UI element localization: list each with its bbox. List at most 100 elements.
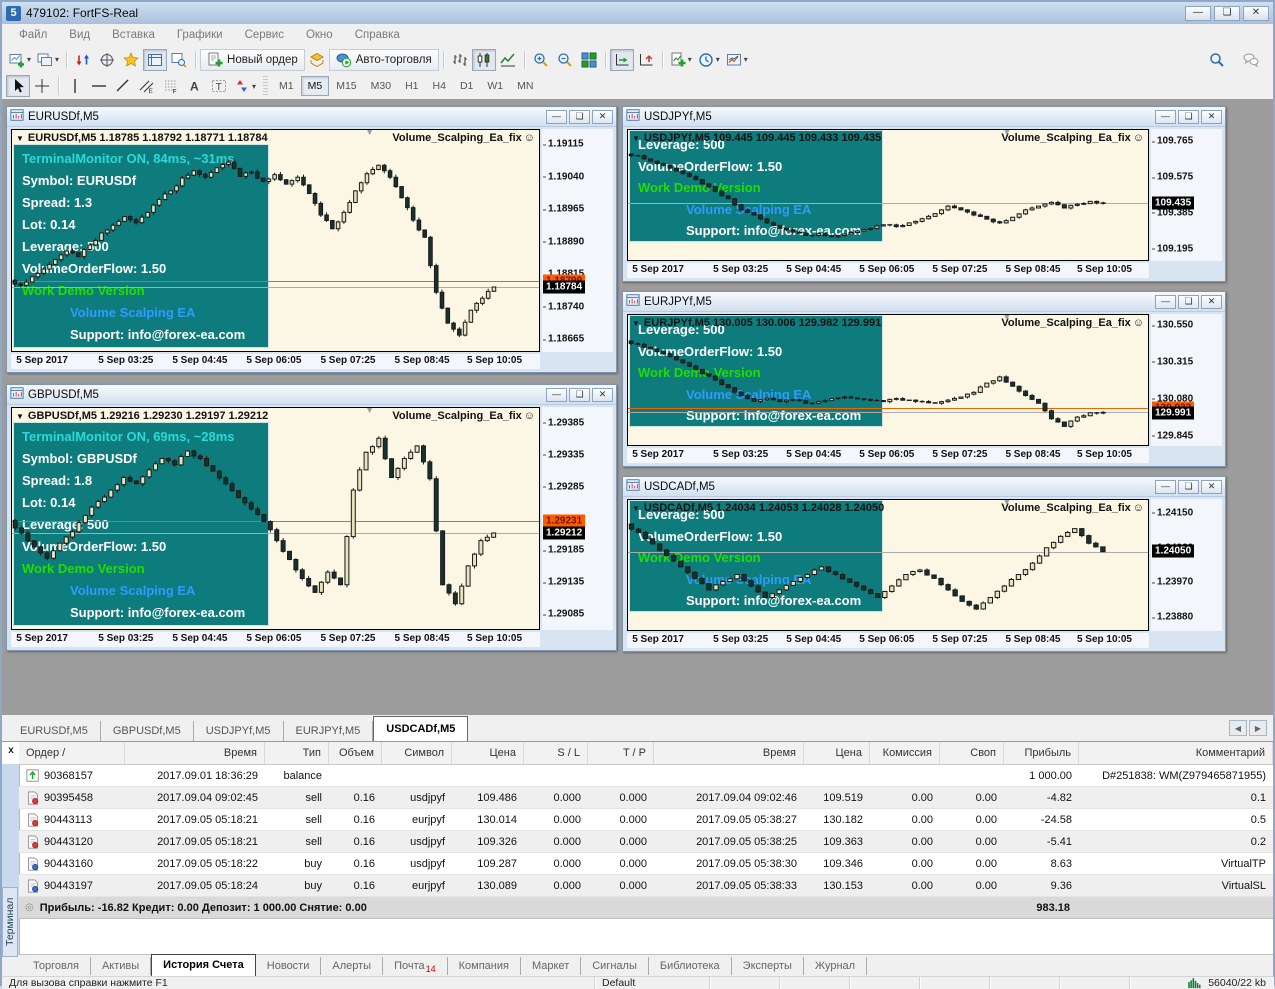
timeframe-h1-button[interactable]: H1 [398, 76, 425, 96]
terminal-tab-6[interactable]: Компания [448, 957, 521, 975]
zoom-out-button[interactable] [553, 49, 577, 71]
column-header-11[interactable]: Своп [940, 742, 1004, 764]
auto-scroll-button[interactable] [610, 49, 634, 71]
table-row[interactable]: 904431132017.09.05 05:18:21sell0.16eurjp… [19, 809, 1273, 831]
chart-restore-button[interactable]: ❏ [1178, 295, 1199, 309]
new-order-button[interactable]: Новый ордер [200, 49, 305, 71]
terminal-side-tab[interactable]: Терминал [2, 887, 18, 957]
timeframe-h4-button[interactable]: H4 [426, 76, 453, 96]
menu-item-6[interactable]: Справка [344, 27, 411, 43]
chart-close-button[interactable]: ✕ [592, 388, 613, 402]
channel-button[interactable]: E [135, 75, 159, 97]
arrows-button[interactable]: ▾ [231, 75, 259, 97]
navigator-button[interactable] [119, 49, 143, 71]
chart-minimize-button[interactable]: — [1155, 295, 1176, 309]
dropdown-arrow-icon[interactable]: ▾ [27, 55, 31, 64]
chart-titlebar-gbpusd[interactable]: GBPUSDf,M5—❏✕ [7, 385, 616, 405]
chart-restore-button[interactable]: ❏ [569, 388, 590, 402]
chart-titlebar-usdjpy[interactable]: USDJPYf,M5—❏✕ [623, 107, 1225, 127]
chart-tab-eurusdf[interactable]: EURUSDf,M5 [8, 721, 101, 741]
dropdown-triangle-icon[interactable]: ▼ [632, 319, 640, 328]
timeframe-m15-button[interactable]: M15 [329, 76, 363, 96]
dropdown-triangle-icon[interactable]: ▼ [16, 412, 24, 421]
chart-candles-button[interactable] [472, 49, 496, 71]
terminal-tab-11[interactable]: Журнал [804, 957, 867, 975]
menu-item-1[interactable]: Вид [58, 27, 101, 43]
menu-item-3[interactable]: Графики [166, 27, 234, 43]
dropdown-arrow-icon[interactable]: ▾ [744, 55, 748, 64]
table-row[interactable]: 904431202017.09.05 05:18:21sell0.16usdjp… [19, 831, 1273, 853]
column-header-12[interactable]: Прибыль [1004, 742, 1079, 764]
timeframe-m5-button[interactable]: M5 [301, 76, 330, 96]
chart-titlebar-usdcad[interactable]: USDCADf,M5—❏✕ [623, 477, 1225, 497]
window-titlebar[interactable]: 5 479102: FortFS-Real — ❏ ✕ [2, 2, 1273, 24]
column-header-9[interactable]: Цена [804, 742, 870, 764]
terminal-tab-3[interactable]: Новости [256, 957, 322, 975]
trendline-button[interactable] [111, 75, 135, 97]
timeframe-mn-button[interactable]: MN [510, 76, 540, 96]
column-header-1[interactable]: Время [125, 742, 265, 764]
terminal-tab-10[interactable]: Эксперты [732, 957, 804, 975]
terminal-tab-9[interactable]: Библиотека [649, 957, 732, 975]
chart-bars-button[interactable] [448, 49, 472, 71]
menu-item-2[interactable]: Вставка [101, 27, 166, 43]
metaeditor-button[interactable] [305, 49, 329, 71]
menu-item-0[interactable]: Файл [8, 27, 58, 43]
dropdown-arrow-icon[interactable]: ▾ [252, 82, 256, 91]
timeframe-d1-button[interactable]: D1 [453, 76, 480, 96]
column-header-2[interactable]: Тип [265, 742, 329, 764]
profiles-button[interactable]: ▾ [34, 49, 62, 71]
terminal-tab-0[interactable]: Торговля [22, 957, 91, 975]
indicators-button[interactable]: ▾ [667, 49, 695, 71]
timeframe-m1-button[interactable]: M1 [272, 76, 301, 96]
window-minimize-button[interactable]: — [1185, 6, 1211, 21]
zoom-in-button[interactable] [529, 49, 553, 71]
search-button[interactable] [1205, 49, 1229, 71]
chart-plot-eurusd[interactable]: TerminalMonitor ON, 84ms, ~31msSymbol: E… [11, 129, 540, 352]
crosshair-button[interactable] [30, 75, 54, 97]
terminal-tab-4[interactable]: Алерты [321, 957, 383, 975]
table-row[interactable]: 904431602017.09.05 05:18:22buy0.16usdjpy… [19, 853, 1273, 875]
chart-minimize-button[interactable]: — [1155, 110, 1176, 124]
chart-restore-button[interactable]: ❏ [1178, 480, 1199, 494]
chart-line-button[interactable] [496, 49, 520, 71]
table-row[interactable]: 903954582017.09.04 09:02:45sell0.16usdjp… [19, 787, 1273, 809]
strategy-tester-button[interactable] [167, 49, 191, 71]
column-header-5[interactable]: Цена [452, 742, 524, 764]
terminal-tab-1[interactable]: Активы [91, 957, 151, 975]
menu-item-5[interactable]: Окно [295, 27, 344, 43]
chart-titlebar-eurusd[interactable]: EURUSDf,M5—❏✕ [7, 107, 616, 127]
column-header-13[interactable]: Комментарий [1079, 742, 1273, 764]
chat-button[interactable] [1239, 49, 1263, 71]
vertical-line-button[interactable] [63, 75, 87, 97]
chart-tab-usdjpyf[interactable]: USDJPYf,M5 [194, 721, 284, 741]
menu-item-4[interactable]: Сервис [234, 27, 295, 43]
chart-tab-eurjpyf[interactable]: EURJPYf,M5 [284, 721, 374, 741]
dropdown-arrow-icon[interactable]: ▾ [688, 55, 692, 64]
table-row[interactable]: 903681572017.09.01 18:36:29balance1 000.… [19, 765, 1273, 787]
chart-tab-usdcadf[interactable]: USDCADf,M5 [373, 716, 468, 741]
text-button[interactable]: A [183, 75, 207, 97]
chart-shift-button[interactable] [634, 49, 658, 71]
chart-restore-button[interactable]: ❏ [1178, 110, 1199, 124]
timeframe-m30-button[interactable]: M30 [364, 76, 398, 96]
dropdown-triangle-icon[interactable]: ▼ [632, 134, 640, 143]
cursor-button[interactable] [6, 75, 30, 97]
chart-plot-gbpusd[interactable]: TerminalMonitor ON, 69ms, ~28msSymbol: G… [11, 407, 540, 630]
tab-scroll-left-button[interactable]: ◀ [1229, 720, 1247, 736]
terminal-tab-2[interactable]: История Счета [151, 954, 256, 977]
chart-close-button[interactable]: ✕ [1201, 110, 1222, 124]
tab-scroll-right-button[interactable]: ▶ [1249, 720, 1267, 736]
chart-minimize-button[interactable]: — [546, 110, 567, 124]
market-watch-button[interactable] [71, 49, 95, 71]
templates-button[interactable]: ▾ [723, 49, 751, 71]
chart-close-button[interactable]: ✕ [592, 110, 613, 124]
column-header-4[interactable]: Символ [382, 742, 452, 764]
tile-windows-button[interactable] [577, 49, 601, 71]
chart-minimize-button[interactable]: — [546, 388, 567, 402]
column-header-0[interactable]: Ордер / [19, 742, 125, 764]
column-header-7[interactable]: T / P [588, 742, 654, 764]
window-restore-button[interactable]: ❏ [1214, 6, 1240, 21]
column-header-8[interactable]: Время [654, 742, 804, 764]
chart-minimize-button[interactable]: — [1155, 480, 1176, 494]
